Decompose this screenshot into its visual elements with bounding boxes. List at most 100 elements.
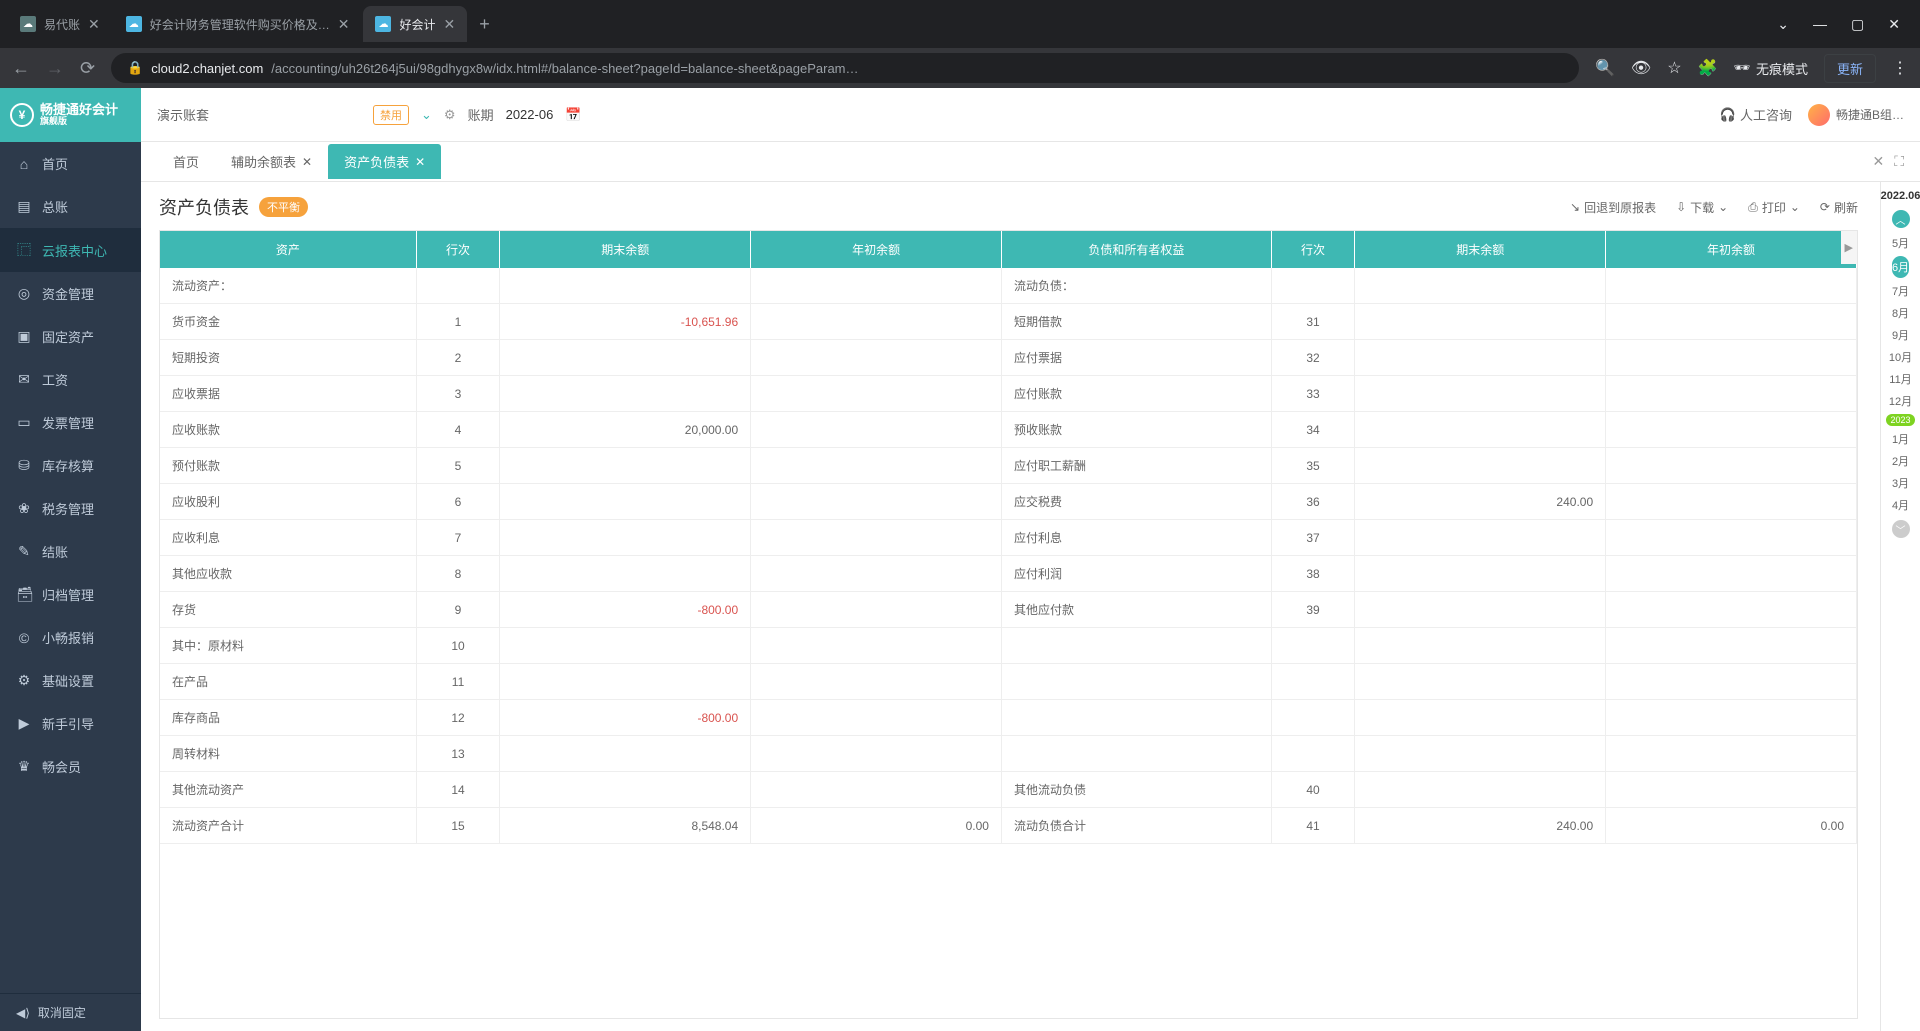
download-button[interactable]: ⇩下载⌄ — [1676, 199, 1728, 216]
chevron-down-icon: ⌄ — [1718, 200, 1728, 214]
month-item[interactable]: 5月 — [1886, 232, 1915, 254]
sidebar-item[interactable]: 🗃归档管理 — [0, 573, 141, 616]
scroll-up-icon[interactable]: ︿ — [1892, 210, 1910, 228]
period-value[interactable]: 2022-06 — [506, 107, 554, 122]
sidebar-item-label: 归档管理 — [42, 585, 94, 604]
month-item[interactable]: 10月 — [1886, 346, 1915, 368]
month-item[interactable]: 2月 — [1892, 450, 1909, 472]
table-row[interactable]: 流动资产：流动负债： — [160, 268, 1857, 304]
sidebar-item[interactable]: ©小畅报销 — [0, 616, 141, 659]
maximize-icon[interactable]: ▢ — [1851, 16, 1864, 33]
browser-tab[interactable]: ☁好会计✕ — [363, 6, 467, 42]
refresh-button[interactable]: ⟳刷新 — [1820, 199, 1858, 216]
sidebar-item[interactable]: ◎资金管理 — [0, 272, 141, 315]
table-row[interactable]: 应收利息7应付利息37 — [160, 520, 1857, 556]
download-icon: ⇩ — [1676, 200, 1686, 214]
month-item[interactable]: 11月 — [1886, 368, 1915, 390]
dropdown-chevron-icon[interactable]: ⌄ — [421, 107, 432, 123]
table-row[interactable]: 其他应收款8应付利润38 — [160, 556, 1857, 592]
table-row[interactable]: 在产品11 — [160, 664, 1857, 700]
brand-logo[interactable]: ¥ 畅捷通好会计 旗舰版 — [0, 88, 141, 142]
month-item[interactable]: 8月 — [1886, 302, 1915, 324]
table-row[interactable]: 应收账款420,000.00预收账款34 — [160, 412, 1857, 448]
page-tab[interactable]: 辅助余额表✕ — [215, 144, 328, 179]
period-panel: 2022.06 ︿ 5月6月7月8月9月10月11月12月 2023 1月2月3… — [1880, 182, 1920, 1031]
sidebar-item[interactable]: ❀税务管理 — [0, 487, 141, 530]
gear-icon[interactable]: ⚙ — [444, 107, 456, 123]
cell-row: 11 — [416, 664, 500, 700]
table-row[interactable]: 应收票据3应付账款33 — [160, 376, 1857, 412]
sidebar-item[interactable]: ⚙基础设置 — [0, 659, 141, 702]
disable-tag[interactable]: 禁用 — [373, 105, 409, 125]
calendar-icon[interactable]: 📅 — [565, 107, 581, 123]
update-button[interactable]: 更新 — [1824, 54, 1876, 83]
sidebar-item[interactable]: ♛畅会员 — [0, 745, 141, 788]
close-page-tab-icon[interactable]: ✕ — [302, 155, 312, 169]
user-name[interactable]: 畅捷通B组… — [1836, 106, 1904, 123]
table-row[interactable]: 短期投资2应付票据32 — [160, 340, 1857, 376]
table-row[interactable]: 其中：原材料10 — [160, 628, 1857, 664]
table-row[interactable]: 应收股利6应交税费36240.00 — [160, 484, 1857, 520]
sidebar-item[interactable]: ✉工资 — [0, 358, 141, 401]
sidebar-item[interactable]: ▤总账 — [0, 185, 141, 228]
table-row[interactable]: 库存商品12-800.00 — [160, 700, 1857, 736]
brand-name: 畅捷通好会计 — [40, 102, 118, 117]
sidebar-item[interactable]: ✎结账 — [0, 530, 141, 573]
month-item[interactable]: 3月 — [1892, 472, 1909, 494]
cell-liab — [1001, 628, 1271, 664]
cell-asset: 其他流动资产 — [160, 772, 416, 808]
close-tab-icon[interactable]: ✕ — [338, 16, 350, 33]
table-row[interactable]: 流动资产合计158,548.040.00流动负债合计41240.000.00 — [160, 808, 1857, 844]
star-icon[interactable]: ☆ — [1667, 58, 1681, 78]
sidebar-item[interactable]: ⌂首页 — [0, 142, 141, 185]
page-tab[interactable]: 首页 — [157, 144, 215, 179]
table-row[interactable]: 存货9-800.00其他应付款39 — [160, 592, 1857, 628]
sidebar-item[interactable]: ⛁库存核算 — [0, 444, 141, 487]
sidebar-item[interactable]: ▭发票管理 — [0, 401, 141, 444]
cell-liab: 应付利润 — [1001, 556, 1271, 592]
avatar[interactable] — [1808, 104, 1830, 126]
month-item[interactable]: 7月 — [1886, 280, 1915, 302]
support-button[interactable]: 🎧 人工咨询 — [1720, 105, 1792, 124]
close-tab-icon[interactable]: ✕ — [444, 16, 456, 33]
extensions-icon[interactable]: 🧩 — [1698, 58, 1718, 78]
period-year[interactable]: 2022.06 — [1881, 186, 1920, 206]
reload-icon[interactable]: ⟳ — [80, 58, 95, 79]
new-tab-button[interactable]: + — [467, 14, 502, 35]
zoom-icon[interactable]: 🔍 — [1595, 58, 1615, 78]
table-row[interactable]: 预付账款5应付职工薪酬35 — [160, 448, 1857, 484]
back-icon[interactable]: ← — [12, 58, 30, 79]
address-bar[interactable]: 🔒 cloud2.chanjet.com/accounting/uh26t264… — [111, 53, 1579, 83]
close-all-tabs-icon[interactable]: ✕ — [1872, 153, 1884, 170]
browser-tab[interactable]: ☁易代账✕ — [8, 6, 112, 42]
fullscreen-icon[interactable]: ⛶ — [1894, 153, 1904, 170]
close-page-tab-icon[interactable]: ✕ — [415, 155, 425, 169]
account-selector[interactable]: 演示账套 — [157, 105, 209, 124]
browser-tab[interactable]: ☁好会计财务管理软件购买价格及…✕ — [114, 6, 362, 42]
incognito-eye-icon[interactable]: 👁 — [1631, 58, 1651, 78]
scroll-down-icon[interactable]: ﹀ — [1892, 520, 1910, 538]
sidebar-item[interactable]: ▶新手引导 — [0, 702, 141, 745]
page-tab[interactable]: 资产负债表✕ — [328, 144, 441, 179]
menu-icon[interactable]: ⋮ — [1892, 58, 1908, 78]
month-item[interactable]: 4月 — [1892, 494, 1909, 516]
print-button[interactable]: ⎙打印⌄ — [1748, 199, 1800, 216]
sidebar-item[interactable]: ▣固定资产 — [0, 315, 141, 358]
month-item[interactable]: 9月 — [1886, 324, 1915, 346]
month-item[interactable]: 12月 — [1886, 390, 1915, 412]
chevron-down-icon[interactable]: ⌄ — [1777, 16, 1789, 33]
cell-liab: 应交税费 — [1001, 484, 1271, 520]
month-item[interactable]: 6月 — [1892, 256, 1909, 278]
scroll-right-icon[interactable]: ▶ — [1841, 231, 1857, 264]
unpin-sidebar-button[interactable]: ◀⟩ 取消固定 — [0, 993, 141, 1031]
forward-icon[interactable]: → — [46, 58, 64, 79]
close-window-icon[interactable]: ✕ — [1888, 16, 1900, 33]
table-row[interactable]: 其他流动资产14其他流动负债40 — [160, 772, 1857, 808]
table-row[interactable]: 周转材料13 — [160, 736, 1857, 772]
back-to-original-button[interactable]: ↘回退到原报表 — [1570, 199, 1656, 216]
close-tab-icon[interactable]: ✕ — [88, 16, 100, 33]
minimize-icon[interactable]: — — [1813, 16, 1827, 33]
table-row[interactable]: 货币资金1-10,651.96短期借款31 — [160, 304, 1857, 340]
sidebar-item[interactable]: ⿸云报表中心 — [0, 228, 141, 272]
month-item[interactable]: 1月 — [1892, 428, 1909, 450]
